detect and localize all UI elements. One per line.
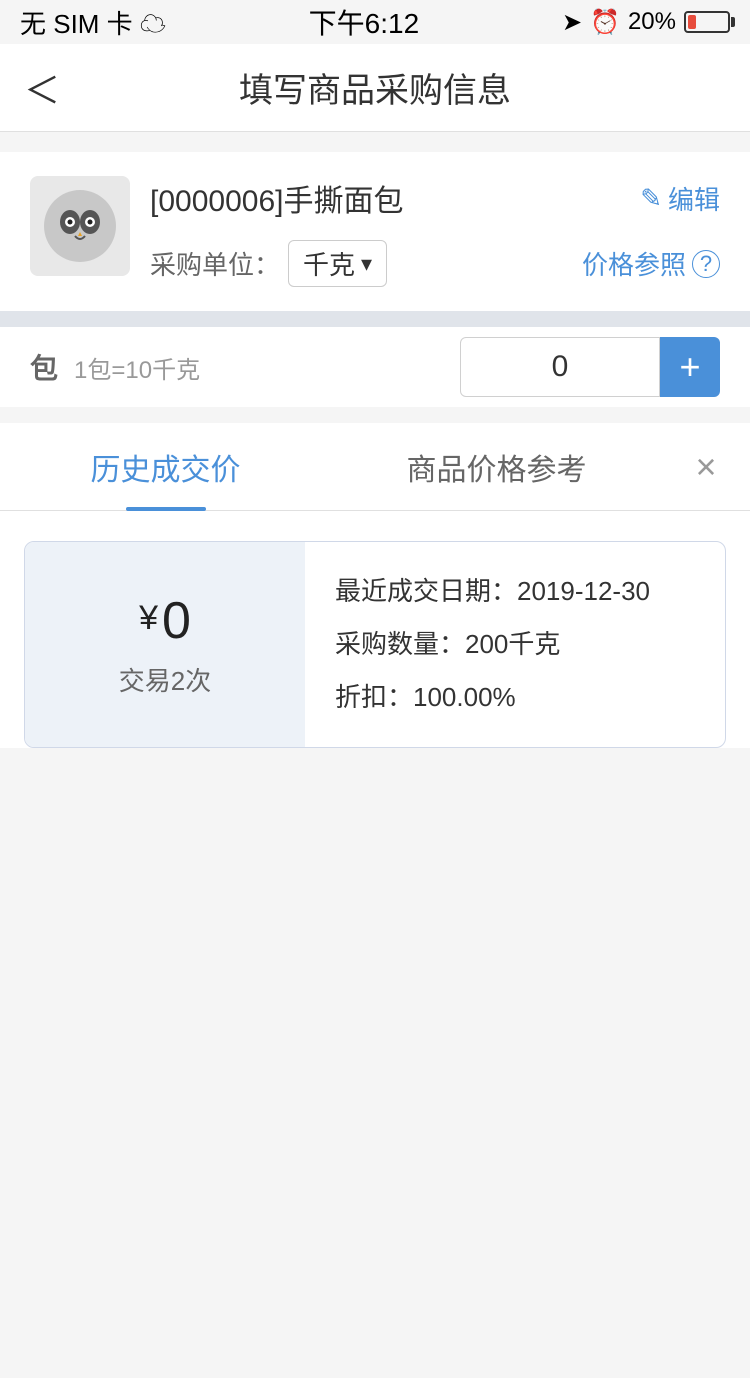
unit-value: 千克	[303, 245, 355, 282]
battery-percent: 20%	[628, 8, 676, 36]
qty-value: 200千克	[465, 629, 560, 659]
help-icon: ?	[692, 250, 720, 278]
quantity-plus-button[interactable]: +	[660, 337, 720, 397]
transaction-count: 交易2次	[119, 661, 211, 698]
currency-symbol: ¥	[139, 599, 158, 638]
tab-product-price[interactable]: 商品价格参考	[331, 423, 662, 511]
price-summary: ¥ 0 交易2次	[25, 542, 305, 747]
discount-row: 折扣：100.00%	[335, 678, 695, 717]
price-amount: ¥ 0	[139, 591, 191, 651]
product-info: [0000006]手撕面包 ✎ 编辑 采购单位： 千克 ▾ 价格参照 ?	[150, 176, 720, 287]
edit-icon: ✎	[640, 183, 662, 214]
tab-active-indicator	[126, 507, 206, 511]
date-value: 2019-12-30	[517, 576, 650, 606]
product-unit-row: 采购单位： 千克 ▾ 价格参照 ?	[150, 240, 720, 287]
location-icon: ➤	[562, 8, 582, 37]
close-icon: ×	[695, 446, 716, 488]
unit-label: 采购单位：	[150, 245, 280, 282]
unit-info: 包 1包=10千克	[30, 347, 200, 387]
tabs-section: 历史成交价 商品价格参考 × ¥ 0 交易2次 最近成交日期：2019-12-3…	[0, 423, 750, 748]
recent-date-row: 最近成交日期：2019-12-30	[335, 572, 695, 611]
owl-logo-icon	[40, 186, 120, 266]
quantity-control: 0 +	[460, 337, 720, 397]
price-ref-label: 价格参照	[582, 245, 686, 282]
status-time: 下午6:12	[309, 2, 420, 42]
product-image	[30, 176, 130, 276]
page-title: 填写商品采购信息	[239, 63, 511, 112]
price-card: ¥ 0 交易2次 最近成交日期：2019-12-30 采购数量：200千克 折扣…	[24, 541, 726, 748]
price-value: 0	[162, 591, 191, 651]
discount-value: 100.00%	[413, 682, 516, 712]
price-reference-button[interactable]: 价格参照 ?	[582, 245, 720, 282]
status-left: 无 SIM 卡 ☁	[20, 4, 166, 41]
unit-select[interactable]: 千克 ▾	[288, 240, 387, 287]
product-header-row: [0000006]手撕面包 ✎ 编辑	[150, 176, 720, 220]
dropdown-icon: ▾	[361, 251, 372, 277]
page-header: ＜ 填写商品采购信息	[0, 44, 750, 132]
tab-product-label: 商品价格参考	[407, 445, 587, 489]
sim-status: 无 SIM 卡 ☁	[20, 4, 166, 41]
tab-history-price[interactable]: 历史成交价	[0, 423, 331, 511]
quantity-input[interactable]: 0	[460, 337, 660, 397]
tabs-header: 历史成交价 商品价格参考 ×	[0, 423, 750, 511]
unit-description: 1包=10千克	[74, 350, 200, 385]
status-right: ➤ ⏰ 20%	[562, 8, 730, 37]
product-card: [0000006]手撕面包 ✎ 编辑 采购单位： 千克 ▾ 价格参照 ?	[0, 152, 750, 311]
product-name: [0000006]手撕面包	[150, 176, 403, 220]
status-bar: 无 SIM 卡 ☁ 下午6:12 ➤ ⏰ 20%	[0, 0, 750, 44]
close-tabs-button[interactable]: ×	[662, 423, 750, 511]
price-details: 最近成交日期：2019-12-30 采购数量：200千克 折扣：100.00%	[305, 542, 725, 747]
battery-icon	[684, 11, 730, 33]
edit-label: 编辑	[668, 180, 720, 217]
quantity-row: 包 1包=10千克 0 +	[0, 327, 750, 407]
alarm-icon: ⏰	[590, 8, 620, 37]
section-divider	[0, 311, 750, 327]
date-label: 最近成交日期：	[335, 576, 517, 606]
back-button[interactable]: ＜	[24, 62, 60, 114]
bottom-space	[0, 778, 750, 1378]
package-unit-icon: 包	[30, 347, 58, 387]
purchase-qty-row: 采购数量：200千克	[335, 625, 695, 664]
edit-button[interactable]: ✎ 编辑	[640, 180, 720, 217]
tab-history-label: 历史成交价	[91, 445, 241, 489]
qty-label: 采购数量：	[335, 629, 465, 659]
discount-label: 折扣：	[335, 682, 413, 712]
